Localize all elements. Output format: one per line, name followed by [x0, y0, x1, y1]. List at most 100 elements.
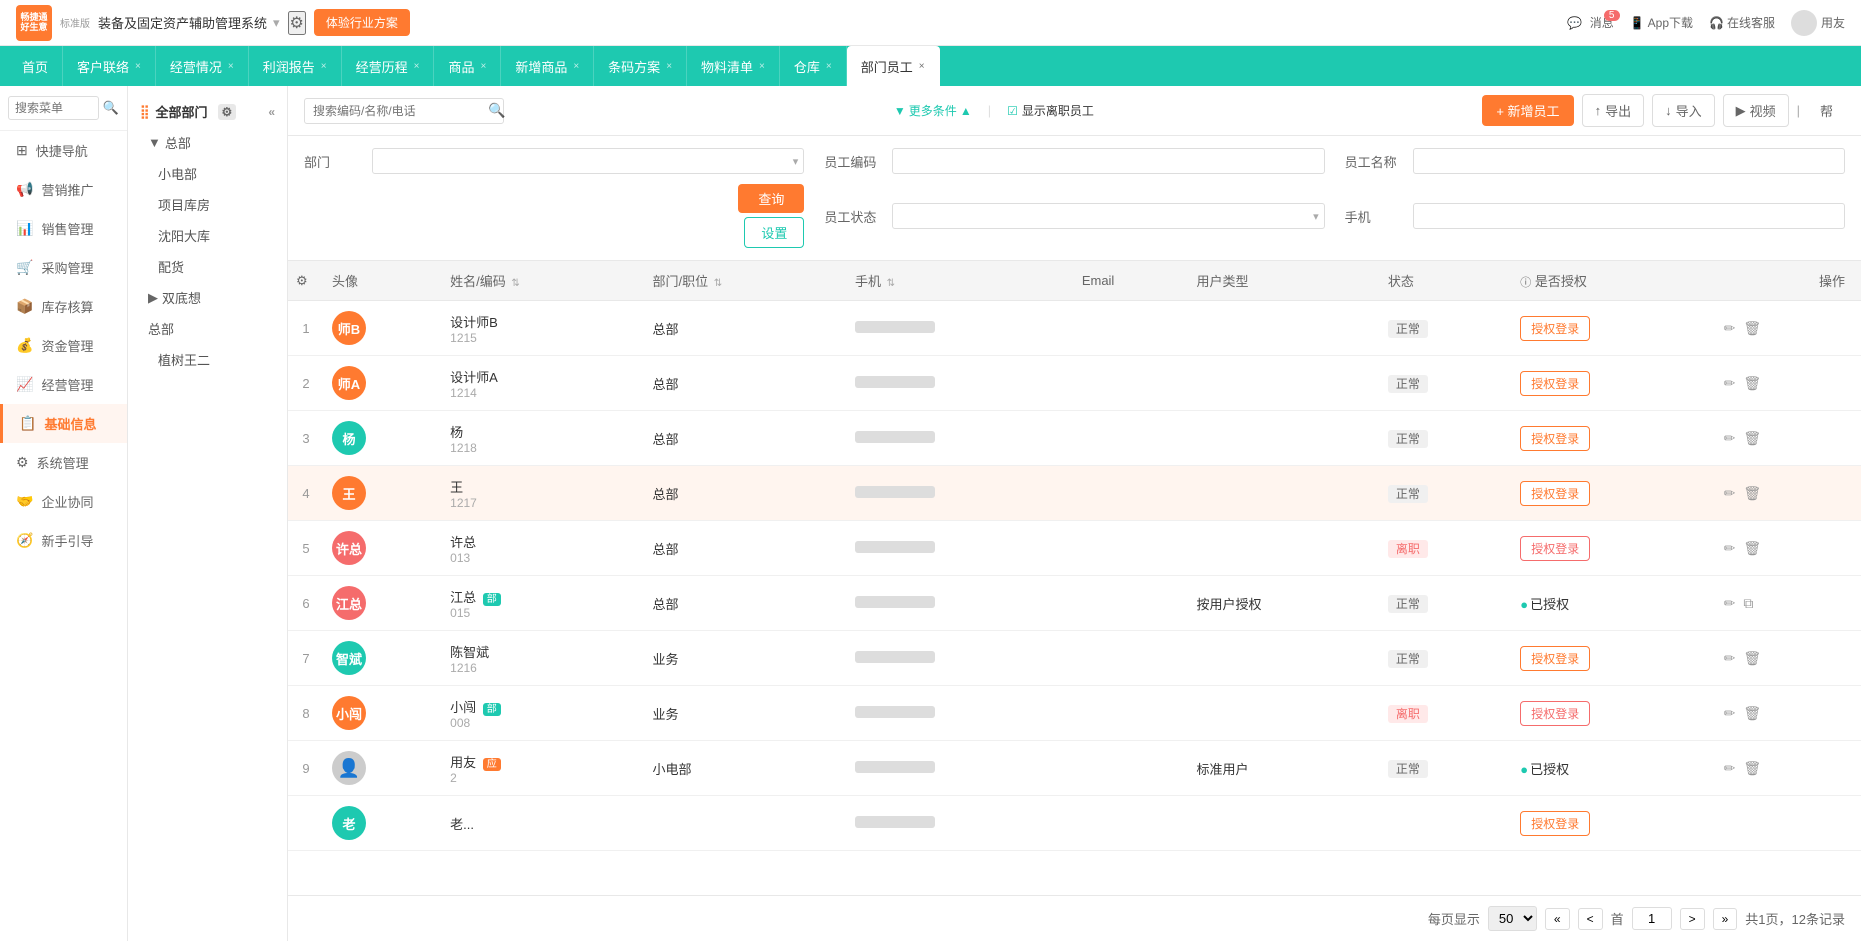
delete-icon[interactable]: 🗑 — [1743, 760, 1761, 777]
search-input[interactable] — [304, 98, 504, 124]
authorize-button[interactable]: 授权登录 — [1520, 481, 1590, 506]
next-page-button[interactable]: > — [1680, 908, 1705, 930]
dept-collapse-button[interactable]: « — [268, 105, 275, 119]
edit-icon[interactable]: ✏ — [1724, 595, 1736, 612]
emp-status-select[interactable] — [892, 203, 1324, 229]
sidebar-item-guide[interactable]: 🧭 新手引导 — [0, 521, 127, 560]
close-icon[interactable]: × — [573, 61, 579, 72]
tab-barcode[interactable]: 条码方案 × — [594, 46, 687, 86]
first-page-button[interactable]: « — [1545, 908, 1570, 930]
authorize-button[interactable]: 授权登录 — [1520, 646, 1590, 671]
sidebar-item-finance[interactable]: 💰 资金管理 — [0, 326, 127, 365]
settings-icon[interactable]: ⚙ — [296, 273, 308, 288]
authorize-button[interactable]: 授权登录 — [1520, 701, 1590, 726]
system-dropdown-icon[interactable]: ▾ — [273, 15, 280, 31]
user-area[interactable]: 用友 — [1791, 10, 1845, 36]
import-button[interactable]: ↓ 导入 — [1652, 94, 1715, 127]
dept-item[interactable]: 总部 — [128, 313, 287, 344]
edit-icon[interactable]: ✏ — [1724, 320, 1736, 337]
tab-bom[interactable]: 物料清单 × — [687, 46, 780, 86]
sidebar-item-operations[interactable]: 📈 经营管理 — [0, 365, 127, 404]
add-employee-button[interactable]: + 新增员工 — [1482, 95, 1573, 126]
dept-item[interactable]: 植树王二 — [128, 344, 287, 375]
tab-profit[interactable]: 利润报告 × — [249, 46, 342, 86]
emp-name-input[interactable] — [1413, 148, 1845, 174]
sidebar-search-icon[interactable]: 🔍 — [103, 100, 119, 116]
online-service-button[interactable]: 🎧 在线客服 — [1709, 14, 1775, 31]
sidebar-item-sales[interactable]: 📊 销售管理 — [0, 209, 127, 248]
tab-history[interactable]: 经营历程 × — [342, 46, 435, 86]
delete-icon[interactable]: 🗑 — [1743, 430, 1761, 447]
close-icon[interactable]: × — [666, 61, 672, 72]
authorize-button[interactable]: 授权登录 — [1520, 811, 1590, 836]
delete-icon[interactable]: 🗑 — [1743, 650, 1761, 667]
search-icon[interactable]: 🔍 — [488, 102, 505, 119]
dept-item[interactable]: ▼ 总部 — [128, 127, 287, 158]
current-page-input[interactable] — [1632, 907, 1672, 930]
per-page-select[interactable]: 50 — [1488, 906, 1537, 931]
edit-icon[interactable]: ✏ — [1724, 375, 1736, 392]
sidebar-item-basic-info[interactable]: 📋 基础信息 — [0, 404, 127, 443]
authorize-button[interactable]: 授权登录 — [1520, 316, 1590, 341]
sidebar-item-system[interactable]: ⚙ 系统管理 — [0, 443, 127, 482]
authorize-button[interactable]: 授权登录 — [1520, 536, 1590, 561]
close-icon[interactable]: × — [919, 61, 925, 72]
sidebar-item-quick-nav[interactable]: ⊞ 快捷导航 — [0, 131, 127, 170]
close-icon[interactable]: × — [480, 61, 486, 72]
close-icon[interactable]: × — [759, 61, 765, 72]
delete-icon[interactable]: 🗑 — [1743, 320, 1761, 337]
more-conditions-button[interactable]: ▼ 更多条件 ▲ — [894, 102, 972, 119]
prev-page-button[interactable]: < — [1578, 908, 1603, 930]
edit-icon[interactable]: ✏ — [1724, 485, 1736, 502]
tab-customer[interactable]: 客户联络 × — [63, 46, 156, 86]
authorize-button[interactable]: 授权登录 — [1520, 426, 1590, 451]
last-page-button[interactable]: » — [1713, 908, 1738, 930]
close-icon[interactable]: × — [135, 61, 141, 72]
sort-dept-icon[interactable]: ⇅ — [714, 278, 722, 289]
delete-icon[interactable]: 🗑 — [1743, 485, 1761, 502]
sidebar-item-enterprise[interactable]: 🤝 企业协同 — [0, 482, 127, 521]
dept-select[interactable] — [372, 148, 804, 174]
close-icon[interactable]: × — [321, 61, 327, 72]
edit-icon[interactable]: ✏ — [1724, 430, 1736, 447]
dept-settings-icon[interactable]: ⚙ — [218, 104, 237, 120]
dept-item[interactable]: 沈阳大库 — [128, 220, 287, 251]
dept-item[interactable]: ▶ 双底想 — [128, 282, 287, 313]
sidebar-item-marketing[interactable]: 📢 营销推广 — [0, 170, 127, 209]
dept-item[interactable]: 项目库房 — [128, 189, 287, 220]
sidebar-item-purchase[interactable]: 🛒 采购管理 — [0, 248, 127, 287]
trial-button[interactable]: 体验行业方案 — [314, 9, 410, 36]
delete-icon[interactable]: 🗑 — [1743, 705, 1761, 722]
close-icon[interactable]: × — [414, 61, 420, 72]
sort-name-icon[interactable]: ⇅ — [511, 278, 519, 289]
help-button[interactable]: 帮 — [1808, 95, 1845, 126]
tab-goods[interactable]: 商品 × — [434, 46, 501, 86]
query-button[interactable]: 查询 — [738, 184, 804, 213]
mobile-input[interactable] — [1413, 203, 1845, 229]
tab-warehouse[interactable]: 仓库 × — [780, 46, 847, 86]
edit-icon[interactable]: ✏ — [1724, 705, 1736, 722]
delete-icon[interactable]: 🗑 — [1743, 375, 1761, 392]
copy-icon[interactable]: ⧉ — [1743, 595, 1753, 612]
authorize-button[interactable]: 授权登录 — [1520, 371, 1590, 396]
edit-icon[interactable]: ✏ — [1724, 760, 1736, 777]
tab-employees[interactable]: 部门员工 × — [847, 46, 940, 86]
sidebar-item-inventory[interactable]: 📦 库存核算 — [0, 287, 127, 326]
tab-add-goods[interactable]: 新增商品 × — [501, 46, 594, 86]
emp-code-input[interactable] — [892, 148, 1324, 174]
tab-home[interactable]: 首页 — [8, 46, 63, 86]
show-resigned-toggle[interactable]: ☑ 显示离职员工 — [1007, 102, 1094, 119]
dept-item[interactable]: 小电部 — [128, 158, 287, 189]
export-button[interactable]: ↑ 导出 — [1582, 94, 1645, 127]
message-button[interactable]: 💬 5 消息 — [1567, 14, 1613, 31]
tab-operations[interactable]: 经营情况 × — [156, 46, 249, 86]
close-icon[interactable]: × — [826, 61, 832, 72]
edit-icon[interactable]: ✏ — [1724, 540, 1736, 557]
gear-button[interactable]: ⚙ — [288, 11, 306, 35]
sidebar-search-input[interactable] — [8, 96, 99, 120]
close-icon[interactable]: × — [228, 61, 234, 72]
video-button[interactable]: ▶ 视频 — [1723, 94, 1789, 127]
reset-button[interactable]: 设置 — [744, 217, 804, 248]
app-download-button[interactable]: 📱 App下载 — [1630, 14, 1693, 31]
sort-mobile-icon[interactable]: ⇅ — [887, 278, 895, 289]
